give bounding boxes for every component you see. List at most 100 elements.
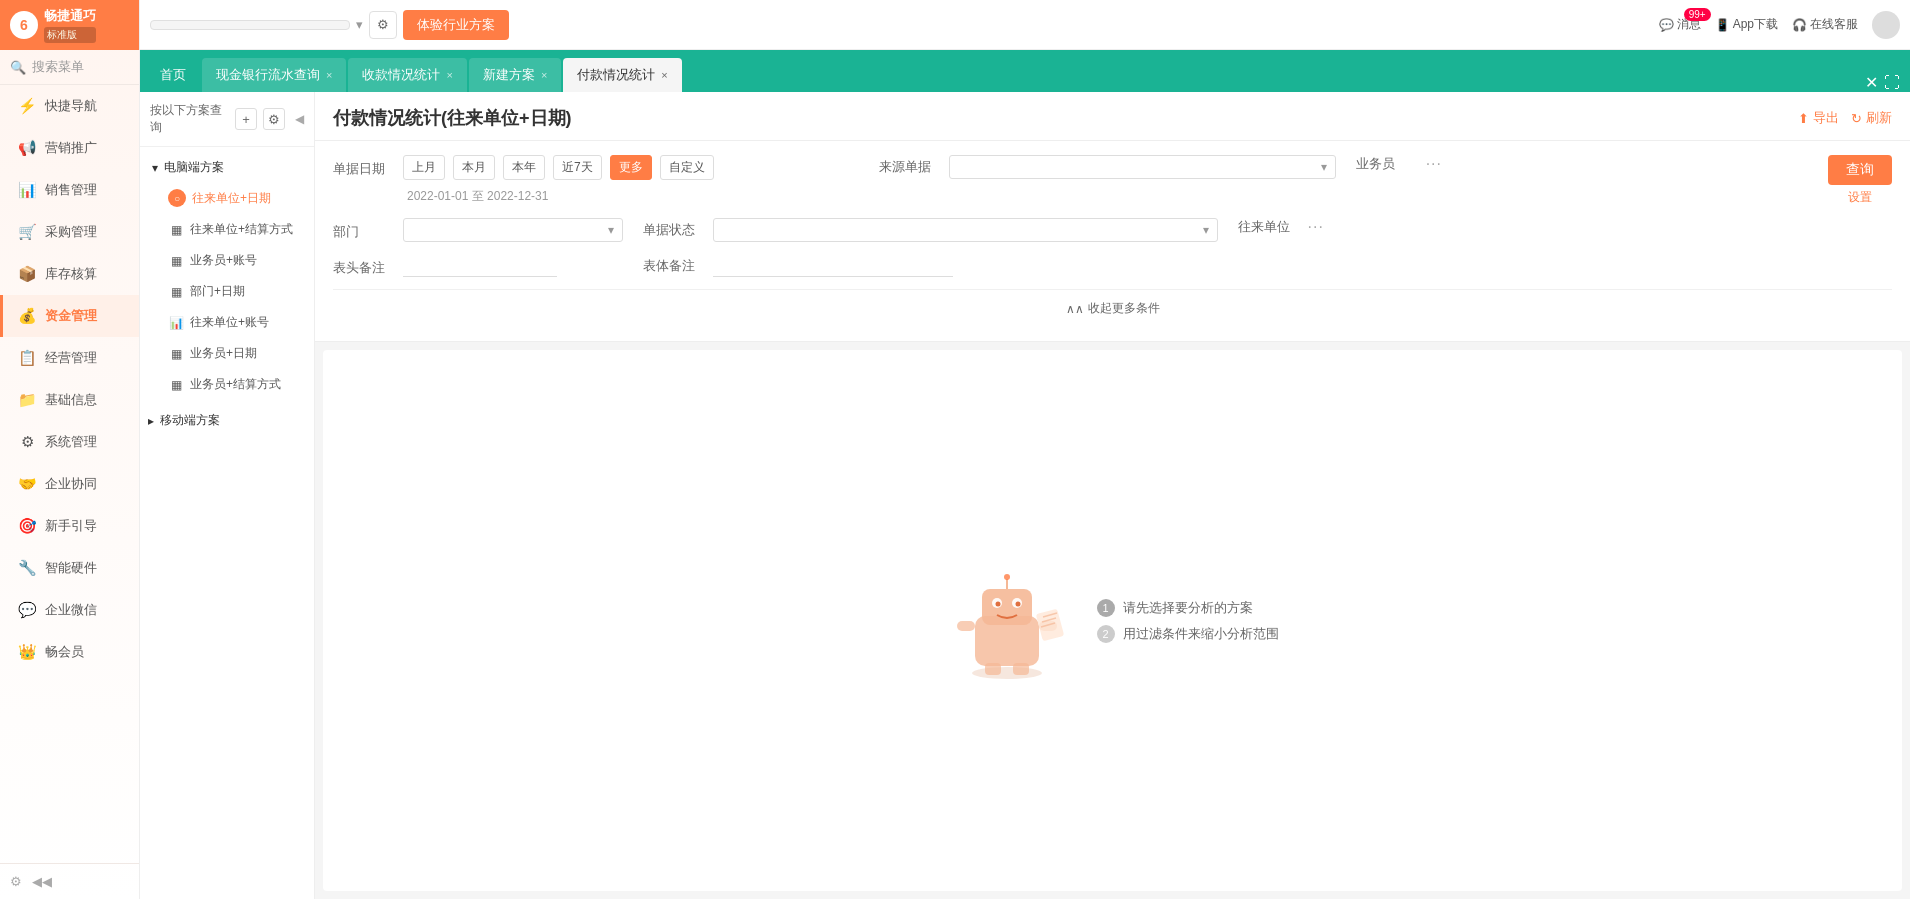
tab-payments[interactable]: 付款情况统计 × xyxy=(563,58,681,92)
sidebar-item-sales[interactable]: 📊 销售管理 xyxy=(0,169,139,211)
address-bar[interactable] xyxy=(150,20,350,30)
enterprise-icon: 🤝 xyxy=(17,474,37,494)
hardware-icon: 🔧 xyxy=(17,558,37,578)
settings-footer-icon[interactable]: ⚙ xyxy=(10,874,22,889)
sidebar-nav: ⚡ 快捷导航 📢 营销推广 📊 销售管理 🛒 采购管理 📦 库存核算 💰 资金管… xyxy=(0,85,139,863)
add-scheme-btn[interactable]: + xyxy=(235,108,257,130)
sidebar-item-label: 新手引导 xyxy=(45,517,97,535)
tab-payments-close[interactable]: × xyxy=(661,69,667,81)
collapse-panel-btn[interactable]: ◀ xyxy=(295,112,304,126)
sidebar-item-quick-nav[interactable]: ⚡ 快捷导航 xyxy=(0,85,139,127)
tab-new-scheme[interactable]: 新建方案 × xyxy=(469,58,561,92)
sidebar-item-wechat[interactable]: 💬 企业微信 xyxy=(0,589,139,631)
sidebar-item-funds[interactable]: 💰 资金管理 xyxy=(0,295,139,337)
this-month-btn[interactable]: 本月 xyxy=(453,155,495,180)
sidebar-item-system[interactable]: ⚙ 系统管理 xyxy=(0,421,139,463)
last-month-btn[interactable]: 上月 xyxy=(403,155,445,180)
pc-scheme-group: ▾ 电脑端方案 ○ 往来单位+日期 ▦ 往来单位+结算方式 ▦ 业务员+账号 ▦ xyxy=(140,147,314,406)
user-avatar[interactable] xyxy=(1872,11,1900,39)
sidebar-item-basic[interactable]: 📁 基础信息 xyxy=(0,379,139,421)
source-dropdown[interactable]: ▾ xyxy=(949,155,1335,179)
trial-button[interactable]: 体验行业方案 xyxy=(403,10,509,40)
scheme-item-staff-settle[interactable]: ▦ 业务员+结算方式 xyxy=(148,369,306,400)
dropdown-arrow[interactable]: ▾ xyxy=(356,17,363,32)
refresh-label: 刷新 xyxy=(1866,109,1892,127)
sidebar-item-enterprise[interactable]: 🤝 企业协同 xyxy=(0,463,139,505)
scheme-item-unit-settle[interactable]: ▦ 往来单位+结算方式 xyxy=(148,214,306,245)
message-icon: 💬 xyxy=(1659,18,1674,32)
right-main: 付款情况统计(往来单位+日期) ⬆ 导出 ↻ 刷新 单据日期 xyxy=(315,92,1910,899)
tab-home[interactable]: 首页 xyxy=(146,58,200,92)
maximize-btn[interactable]: ⛶ xyxy=(1884,74,1900,92)
app-label: App下载 xyxy=(1733,16,1778,33)
sidebar-item-hardware[interactable]: 🔧 智能硬件 xyxy=(0,547,139,589)
main-area: ▾ ⚙ 体验行业方案 💬 消息 99+ 📱 App下载 🎧 在线客服 首页 xyxy=(140,0,1910,899)
sidebar-item-purchase[interactable]: 🛒 采购管理 xyxy=(0,211,139,253)
search-label: 搜索菜单 xyxy=(32,58,84,76)
settings-link[interactable]: 设置 xyxy=(1848,189,1872,206)
scheme-item-staff-date[interactable]: ▦ 业务员+日期 xyxy=(148,338,306,369)
tab-receipts-close[interactable]: × xyxy=(446,69,452,81)
pc-group-header[interactable]: ▾ 电脑端方案 xyxy=(148,153,306,182)
tab-new-close[interactable]: × xyxy=(541,69,547,81)
last-7-days-btn[interactable]: 近7天 xyxy=(553,155,602,180)
refresh-btn[interactable]: ↻ 刷新 xyxy=(1851,109,1892,127)
export-icon: ⬆ xyxy=(1798,111,1809,126)
tab-new-label: 新建方案 xyxy=(483,66,535,84)
scheme-table-icon: ▦ xyxy=(168,377,184,393)
online-service-btn[interactable]: 🎧 在线客服 xyxy=(1792,16,1858,33)
scheme-table-icon: ▦ xyxy=(168,346,184,362)
partner-col: 往来单位 ··· xyxy=(1238,218,1813,236)
dept-dropdown[interactable]: ▾ xyxy=(403,218,623,242)
svg-rect-11 xyxy=(985,663,1001,675)
query-btn[interactable]: 查询 xyxy=(1828,155,1892,185)
scheme-item-label: 往来单位+日期 xyxy=(192,190,271,207)
scheme-item-label: 业务员+结算方式 xyxy=(190,376,281,393)
tab-bank[interactable]: 现金银行流水查询 × xyxy=(202,58,346,92)
sidebar-search[interactable]: 🔍 搜索菜单 xyxy=(0,50,139,85)
scheme-item-unit-account[interactable]: 📊 往来单位+账号 xyxy=(148,307,306,338)
sidebar-item-label: 畅会员 xyxy=(45,643,84,661)
body-note-input[interactable] xyxy=(713,254,953,277)
scheme-item-staff-account[interactable]: ▦ 业务员+账号 xyxy=(148,245,306,276)
dept-filter-label: 部门 xyxy=(333,218,403,241)
sidebar-item-label: 快捷导航 xyxy=(45,97,97,115)
topbar-settings-btn[interactable]: ⚙ xyxy=(369,11,397,39)
filter-row-2: 部门 ▾ 单据状态 ▾ xyxy=(333,218,1892,242)
sidebar-item-marketing[interactable]: 📢 营销推广 xyxy=(0,127,139,169)
doc-status-dropdown[interactable]: ▾ xyxy=(713,218,1218,242)
sidebar-item-inventory[interactable]: 📦 库存核算 xyxy=(0,253,139,295)
this-year-btn[interactable]: 本年 xyxy=(503,155,545,180)
sidebar-item-vip[interactable]: 👑 畅会员 xyxy=(0,631,139,673)
empty-tip-2: 2 用过滤条件来缩小分析范围 xyxy=(1097,625,1279,643)
svg-point-6 xyxy=(1015,601,1020,606)
app-download-btn[interactable]: 📱 App下载 xyxy=(1715,16,1778,33)
scheme-item-label: 往来单位+结算方式 xyxy=(190,221,293,238)
svg-point-8 xyxy=(1004,574,1010,580)
left-panel-header: 按以下方案查询 + ⚙ ◀ xyxy=(140,92,314,147)
sidebar-item-management[interactable]: 📋 经营管理 xyxy=(0,337,139,379)
custom-date-btn[interactable]: 自定义 xyxy=(660,155,714,180)
scheme-item-dept-date[interactable]: ▦ 部门+日期 xyxy=(148,276,306,307)
close-all-tabs-btn[interactable]: ✕ xyxy=(1865,73,1878,92)
tab-bank-close[interactable]: × xyxy=(326,69,332,81)
partner-label: 往来单位 xyxy=(1238,218,1308,236)
header-note-input[interactable] xyxy=(403,254,557,277)
svg-rect-9 xyxy=(957,621,975,631)
scheme-item-unit-date[interactable]: ○ 往来单位+日期 xyxy=(148,182,306,214)
staff-selector[interactable]: ··· xyxy=(1426,155,1442,173)
mobile-group-header[interactable]: ▸ 移动端方案 xyxy=(140,406,314,435)
collapse-sidebar-icon[interactable]: ◀◀ xyxy=(32,874,52,889)
guide-icon: 🎯 xyxy=(17,516,37,536)
sidebar-item-guide[interactable]: 🎯 新手引导 xyxy=(0,505,139,547)
empty-area: 1 请先选择要分析的方案 2 用过滤条件来缩小分析范围 xyxy=(323,350,1902,891)
purchase-icon: 🛒 xyxy=(17,222,37,242)
inventory-icon: 📦 xyxy=(17,264,37,284)
messages-btn[interactable]: 💬 消息 99+ xyxy=(1659,16,1701,33)
collapse-more-btn[interactable]: ∧∧ 收起更多条件 xyxy=(333,289,1892,327)
export-btn[interactable]: ⬆ 导出 xyxy=(1798,109,1839,127)
scheme-settings-btn[interactable]: ⚙ xyxy=(263,108,285,130)
more-dates-btn[interactable]: 更多 xyxy=(610,155,652,180)
partner-selector[interactable]: ··· xyxy=(1308,218,1324,236)
tab-receipts[interactable]: 收款情况统计 × xyxy=(348,58,466,92)
